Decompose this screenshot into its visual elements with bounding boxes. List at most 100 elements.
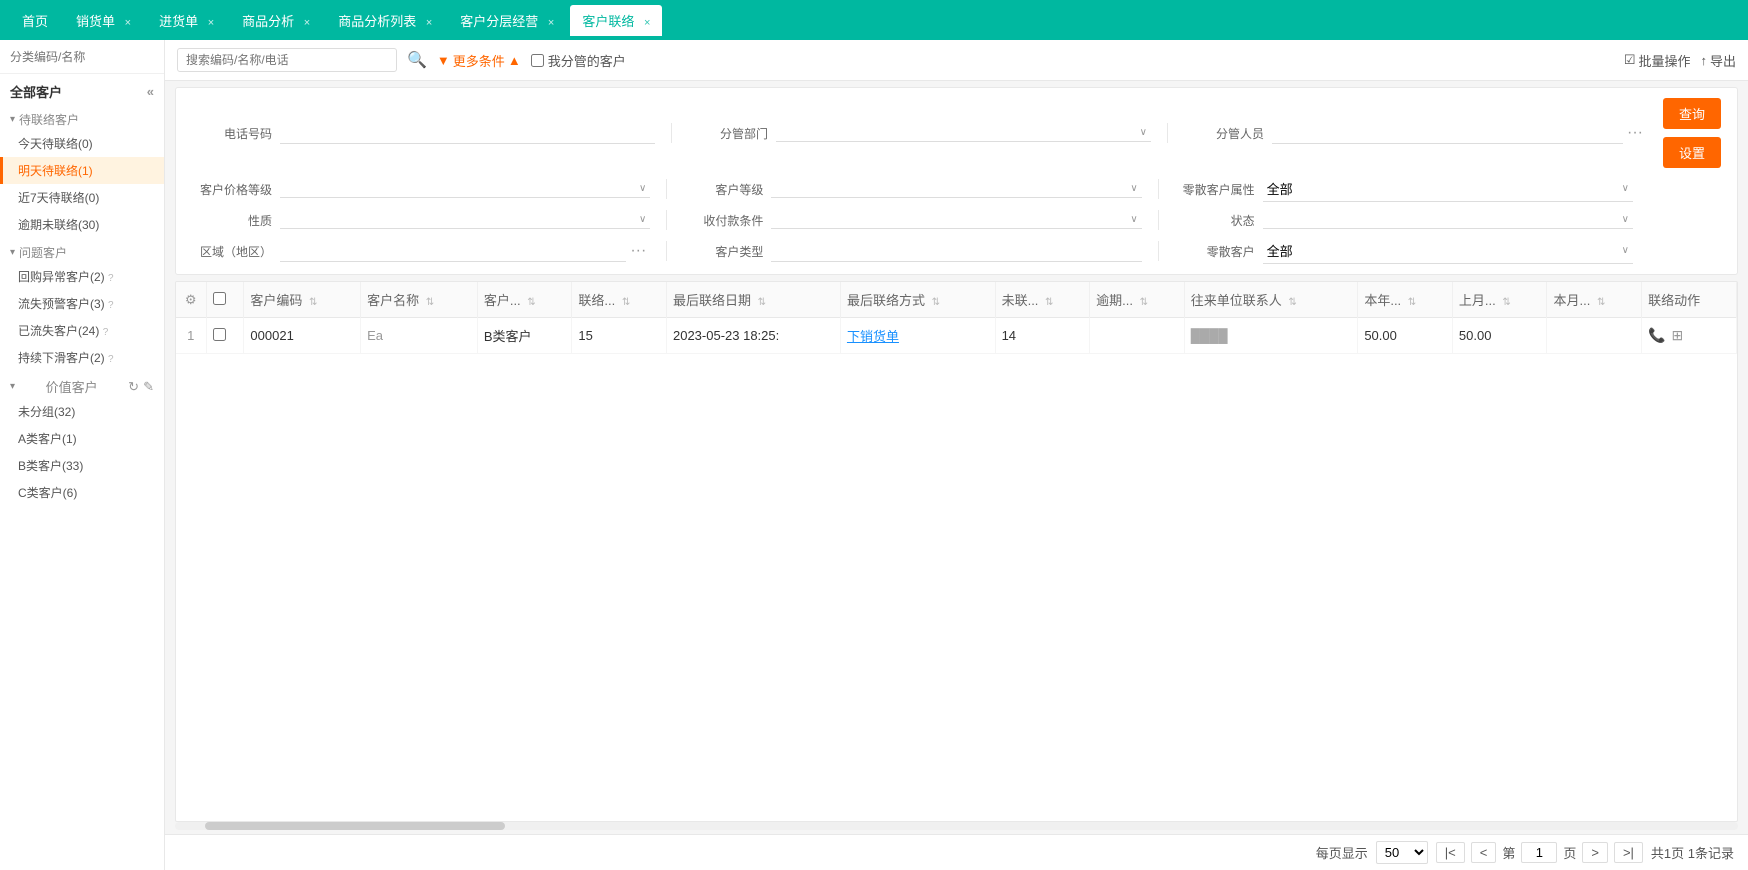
nav-item-purchase[interactable]: 进货单 × bbox=[147, 5, 226, 36]
close-icon[interactable]: × bbox=[426, 17, 432, 29]
nav-item-analysis-list[interactable]: 商品分析列表 × bbox=[326, 5, 444, 36]
close-icon[interactable]: × bbox=[125, 17, 131, 29]
per-page-select[interactable]: 50 100 200 bbox=[1376, 841, 1428, 864]
nav-item-home[interactable]: 首页 bbox=[10, 5, 60, 36]
payment-select[interactable]: ∨ bbox=[771, 211, 1141, 229]
sidebar-group-problems: 问题客户 bbox=[0, 238, 164, 263]
sidebar-item-abnormal[interactable]: 回购异常客户(2) ? bbox=[0, 263, 164, 290]
close-icon[interactable]: × bbox=[548, 17, 554, 29]
scrollbar-thumb[interactable] bbox=[205, 822, 505, 830]
content-area: 🔍 ▼ 更多条件 ▲ 我分管的客户 ☑ 批量操作 ↑ 导出 bbox=[165, 40, 1748, 870]
collapse-icon[interactable]: « bbox=[147, 84, 154, 99]
sidebar-item-lost[interactable]: 已流失客户(24) ? bbox=[0, 317, 164, 344]
nav-item-sales[interactable]: 销货单 × bbox=[64, 5, 143, 36]
row-last-month: 50.00 bbox=[1452, 318, 1547, 354]
filter-bar: 🔍 ▼ 更多条件 ▲ 我分管的客户 ☑ 批量操作 ↑ 导出 bbox=[165, 40, 1748, 81]
sort-icon[interactable]: ⇅ bbox=[1408, 297, 1416, 308]
page-unit: 页 bbox=[1563, 843, 1576, 862]
status-select[interactable]: ∨ bbox=[1263, 211, 1633, 229]
sort-icon[interactable]: ⇅ bbox=[622, 297, 630, 308]
select-all-checkbox[interactable] bbox=[213, 292, 226, 305]
close-icon[interactable]: × bbox=[644, 17, 650, 29]
sidebar-item-overdue[interactable]: 逾期未联络(30) bbox=[0, 211, 164, 238]
last-method-link[interactable]: 下销货单 bbox=[847, 329, 899, 344]
payment-label: 收付款条件 bbox=[683, 212, 763, 229]
search-button[interactable]: 🔍 bbox=[407, 50, 427, 70]
table-settings-icon[interactable]: ⚙ bbox=[185, 292, 197, 307]
nature-label: 性质 bbox=[192, 212, 272, 229]
th-this-year: 本年... ⇅ bbox=[1358, 282, 1453, 318]
nav-item-customer-contact[interactable]: 客户联络 × bbox=[570, 5, 662, 36]
close-icon[interactable]: × bbox=[304, 17, 310, 29]
table-row: 1 000021 Ea B类客户 15 2023-05-23 18:25: 下销… bbox=[176, 318, 1737, 354]
top-nav: 首页 销货单 × 进货单 × 商品分析 × 商品分析列表 × 客户分层经营 × … bbox=[0, 0, 1748, 40]
sidebar-item-declining[interactable]: 持续下滑客户(2) ? bbox=[0, 344, 164, 371]
export-button[interactable]: ↑ 导出 bbox=[1700, 51, 1736, 70]
next-page-button[interactable]: > bbox=[1582, 842, 1608, 863]
retail-customer-select[interactable]: 全部 ∨ bbox=[1263, 238, 1633, 264]
search-input[interactable] bbox=[177, 48, 397, 72]
page-label: 第 bbox=[1502, 843, 1515, 862]
row-checkbox[interactable] bbox=[213, 328, 226, 341]
action-phone-icon[interactable]: 📞 bbox=[1648, 327, 1665, 344]
my-customers-checkbox[interactable] bbox=[531, 54, 544, 67]
sort-icon[interactable]: ⇅ bbox=[1140, 297, 1148, 308]
price-level-select[interactable]: ∨ bbox=[280, 180, 650, 198]
sort-icon[interactable]: ⇅ bbox=[1045, 297, 1053, 308]
person-input[interactable] bbox=[1272, 123, 1623, 144]
first-page-button[interactable]: |< bbox=[1436, 842, 1465, 863]
filter-actions: 查询 设置 bbox=[1663, 98, 1721, 168]
region-input[interactable] bbox=[280, 241, 626, 262]
sort-icon[interactable]: ⇅ bbox=[1288, 297, 1296, 308]
sidebar-item-warning[interactable]: 流失预警客户(3) ? bbox=[0, 290, 164, 317]
query-button[interactable]: 查询 bbox=[1663, 98, 1721, 129]
row-overdue bbox=[1090, 318, 1185, 354]
nav-item-customer-tier[interactable]: 客户分层经营 × bbox=[448, 5, 566, 36]
customer-type-input[interactable] bbox=[771, 241, 1141, 262]
dept-select[interactable]: ∨ bbox=[776, 124, 1151, 142]
sort-icon[interactable]: ⇅ bbox=[932, 297, 940, 308]
sort-icon[interactable]: ⇅ bbox=[758, 297, 766, 308]
person-dots-icon[interactable]: ··· bbox=[1623, 124, 1647, 142]
batch-op-button[interactable]: ☑ 批量操作 bbox=[1624, 51, 1691, 70]
filter-field-dept: 分管部门 ∨ bbox=[688, 124, 1151, 142]
sidebar-item-tomorrow[interactable]: 明天待联络(1) bbox=[0, 157, 164, 184]
more-conditions-button[interactable]: ▼ 更多条件 ▲ bbox=[437, 51, 521, 70]
sidebar-item-a-class[interactable]: A类客户(1) bbox=[0, 425, 164, 452]
my-customers-checkbox-label[interactable]: 我分管的客户 bbox=[531, 51, 626, 70]
sidebar-item-7days[interactable]: 近7天待联络(0) bbox=[0, 184, 164, 211]
last-page-button[interactable]: >| bbox=[1614, 842, 1643, 863]
nature-select[interactable]: ∨ bbox=[280, 211, 650, 229]
customer-level-select[interactable]: ∨ bbox=[771, 180, 1141, 198]
region-dots-icon[interactable]: ··· bbox=[626, 242, 650, 260]
retail-attr-select[interactable]: 全部 ∨ bbox=[1263, 176, 1633, 202]
phone-input[interactable] bbox=[280, 123, 655, 144]
sidebar-item-c-class[interactable]: C类客户(6) bbox=[0, 479, 164, 506]
refresh-icon[interactable]: ↻ bbox=[128, 379, 139, 395]
page-number-input[interactable] bbox=[1521, 842, 1557, 863]
sort-icon[interactable]: ⇅ bbox=[527, 297, 535, 308]
sidebar-item-b-class[interactable]: B类客户(33) bbox=[0, 452, 164, 479]
sort-icon[interactable]: ⇅ bbox=[1597, 297, 1605, 308]
close-icon[interactable]: × bbox=[208, 17, 214, 29]
action-grid-icon[interactable]: ⊞ bbox=[1672, 327, 1684, 344]
set-button[interactable]: 设置 bbox=[1663, 137, 1721, 168]
edit-icon[interactable]: ✎ bbox=[143, 379, 154, 395]
sidebar-item-today[interactable]: 今天待联络(0) bbox=[0, 130, 164, 157]
nav-item-analysis[interactable]: 商品分析 × bbox=[230, 5, 322, 36]
filter-field-phone: 电话号码 bbox=[192, 123, 655, 144]
prev-page-button[interactable]: < bbox=[1471, 842, 1497, 863]
chevron-down-icon: ∨ bbox=[1130, 183, 1137, 194]
customer-level-label: 客户等级 bbox=[683, 181, 763, 198]
sidebar-item-ungrouped[interactable]: 未分组(32) bbox=[0, 398, 164, 425]
sort-icon[interactable]: ⇅ bbox=[426, 297, 434, 308]
phone-label: 电话号码 bbox=[192, 125, 272, 142]
sidebar-search-input[interactable] bbox=[10, 50, 165, 64]
advanced-filter-panel: 电话号码 分管部门 ∨ 分管人员 ··· 查询 bbox=[175, 87, 1738, 275]
retail-customer-label: 零散客户 bbox=[1175, 243, 1255, 260]
row-last-method: 下销货单 bbox=[840, 318, 995, 354]
sort-icon[interactable]: ⇅ bbox=[1502, 297, 1510, 308]
sort-icon[interactable]: ⇅ bbox=[309, 297, 317, 308]
row-type: B类客户 bbox=[477, 318, 572, 354]
horizontal-scrollbar[interactable] bbox=[175, 822, 1738, 830]
